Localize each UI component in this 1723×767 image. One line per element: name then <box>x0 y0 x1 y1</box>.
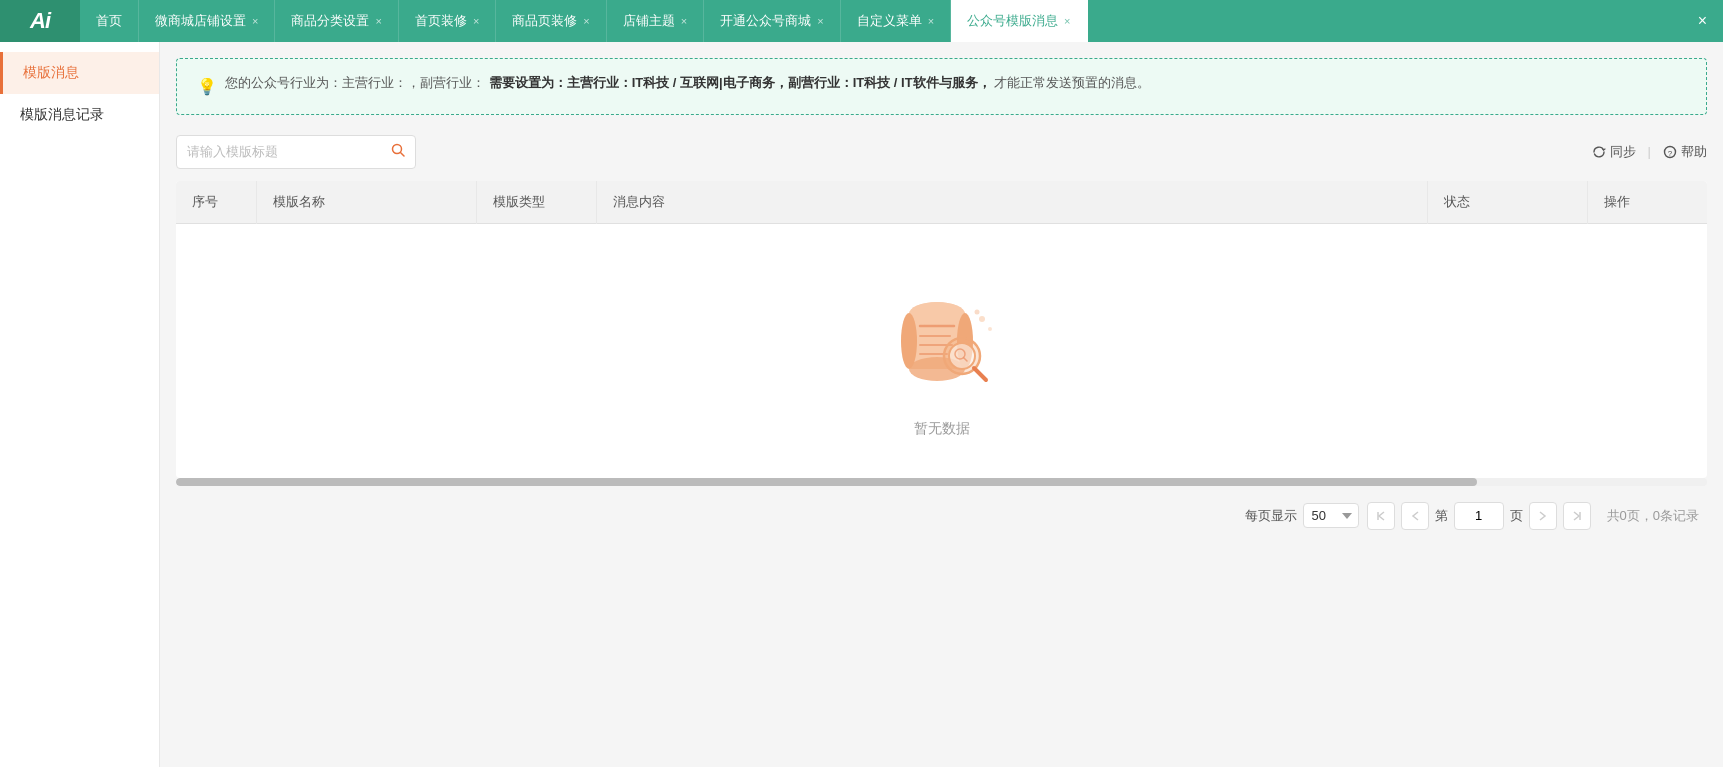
nav-item-custom-menu-label: 自定义菜单 <box>857 12 922 30</box>
nav-item-open-mall[interactable]: 开通公众号商城 × <box>704 0 840 42</box>
nav-item-home-decoration-close[interactable]: × <box>473 15 479 27</box>
search-input-wrap[interactable] <box>176 135 416 169</box>
sidebar: 模版消息 模版消息记录 <box>0 42 160 767</box>
col-seq: 序号 <box>176 181 256 224</box>
nav-item-custom-menu[interactable]: 自定义菜单 × <box>841 0 951 42</box>
nav-item-product-page-close[interactable]: × <box>583 15 589 27</box>
col-type: 模版类型 <box>476 181 596 224</box>
notice-prefix: 您的公众号行业为：主营行业：，副营行业： <box>225 75 485 90</box>
main-layout: 模版消息 模版消息记录 💡 您的公众号行业为：主营行业：，副营行业： 需要设置为… <box>0 42 1723 767</box>
sidebar-item-template-msg[interactable]: 模版消息 <box>0 52 159 94</box>
content-area: 💡 您的公众号行业为：主营行业：，副营行业： 需要设置为：主营行业：IT科技 /… <box>160 42 1723 767</box>
empty-text: 暂无数据 <box>176 420 1707 438</box>
nav-item-open-mall-label: 开通公众号商城 <box>720 12 811 30</box>
sync-button[interactable]: 同步 <box>1592 143 1636 161</box>
svg-point-15 <box>949 343 975 369</box>
page-navigation: 第 页 <box>1367 502 1591 530</box>
toolbar-right: 同步 | ? 帮助 <box>1592 143 1707 161</box>
page-label-post: 页 <box>1510 507 1523 525</box>
sidebar-item-template-msg-log[interactable]: 模版消息记录 <box>0 94 159 136</box>
sidebar-item-template-msg-log-label: 模版消息记录 <box>20 106 104 122</box>
empty-state: 暂无数据 <box>176 224 1707 478</box>
prev-page-button[interactable] <box>1401 502 1429 530</box>
nav-item-product-page-label: 商品页装修 <box>512 12 577 30</box>
pagination: 每页显示 50 10 20 100 第 页 <box>176 486 1707 546</box>
notice-box: 💡 您的公众号行业为：主营行业：，副营行业： 需要设置为：主营行业：IT科技 /… <box>176 58 1707 115</box>
svg-point-7 <box>909 302 965 326</box>
nav-item-product-category-close[interactable]: × <box>375 15 381 27</box>
per-page-select[interactable]: 50 10 20 100 <box>1303 503 1359 528</box>
global-close-button[interactable]: × <box>1682 0 1723 42</box>
next-page-button[interactable] <box>1529 502 1557 530</box>
col-action: 操作 <box>1587 181 1707 224</box>
nav-item-shop-theme[interactable]: 店铺主题 × <box>607 0 704 42</box>
nav-item-shop-theme-label: 店铺主题 <box>623 12 675 30</box>
sidebar-item-template-msg-label: 模版消息 <box>23 64 79 80</box>
empty-state-row: 暂无数据 <box>176 223 1707 478</box>
last-page-button[interactable] <box>1563 502 1591 530</box>
horizontal-scrollbar[interactable] <box>176 478 1707 486</box>
search-input[interactable] <box>187 144 385 159</box>
logo: Ai <box>0 0 80 42</box>
page-number-input[interactable] <box>1454 502 1504 530</box>
notice-suffix: 才能正常发送预置的消息。 <box>994 75 1150 90</box>
nav-item-shop-theme-close[interactable]: × <box>681 15 687 27</box>
page-size-select: 每页显示 50 10 20 100 <box>1245 503 1359 528</box>
notice-text: 您的公众号行业为：主营行业：，副营行业： 需要设置为：主营行业：IT科技 / 互… <box>225 73 1686 94</box>
scrollbar-thumb[interactable] <box>176 478 1477 486</box>
first-page-button[interactable] <box>1367 502 1395 530</box>
help-label: 帮助 <box>1681 143 1707 161</box>
nav-item-home-decoration-label: 首页装修 <box>415 12 467 30</box>
svg-line-16 <box>974 368 986 380</box>
svg-line-1 <box>401 153 405 157</box>
notice-highlight: 需要设置为：主营行业：IT科技 / 互联网|电子商务，副营行业：IT科技 / I… <box>489 75 991 90</box>
svg-text:?: ? <box>1668 149 1673 158</box>
nav-item-wechat-shop[interactable]: 微商城店铺设置 × <box>139 0 275 42</box>
data-table: 序号 模版名称 模版类型 消息内容 状态 操作 <box>176 181 1707 478</box>
nav-item-product-category-label: 商品分类设置 <box>291 12 369 30</box>
nav-item-wechat-shop-label: 微商城店铺设置 <box>155 12 246 30</box>
col-status: 状态 <box>1427 181 1587 224</box>
nav-item-custom-menu-close[interactable]: × <box>928 15 934 27</box>
help-button[interactable]: ? 帮助 <box>1663 143 1707 161</box>
svg-point-19 <box>979 316 985 322</box>
sync-label: 同步 <box>1610 143 1636 161</box>
nav-item-template-msg[interactable]: 公众号模版消息 × <box>951 0 1087 42</box>
col-name: 模版名称 <box>256 181 476 224</box>
total-info: 共0页，0条记录 <box>1607 507 1699 525</box>
svg-point-20 <box>988 327 992 331</box>
page-input-group: 第 页 <box>1435 502 1523 530</box>
nav-item-open-mall-close[interactable]: × <box>817 15 823 27</box>
nav-item-home[interactable]: 首页 <box>80 0 139 42</box>
nav-item-template-msg-label: 公众号模版消息 <box>967 12 1058 30</box>
nav-item-product-category[interactable]: 商品分类设置 × <box>275 0 398 42</box>
nav-item-home-label: 首页 <box>96 12 122 30</box>
empty-state-cell: 暂无数据 <box>176 223 1707 478</box>
nav-item-product-page[interactable]: 商品页装修 × <box>496 0 606 42</box>
notice-icon: 💡 <box>197 74 217 100</box>
toolbar-divider: | <box>1648 144 1651 159</box>
page-label-pre: 第 <box>1435 507 1448 525</box>
nav-item-template-msg-close[interactable]: × <box>1064 15 1070 27</box>
svg-point-21 <box>974 309 979 314</box>
per-page-label: 每页显示 <box>1245 507 1297 525</box>
search-bar: 同步 | ? 帮助 <box>176 135 1707 169</box>
col-content: 消息内容 <box>596 181 1427 224</box>
nav-item-home-decoration[interactable]: 首页装修 × <box>399 0 496 42</box>
table-header-row: 序号 模版名称 模版类型 消息内容 状态 操作 <box>176 181 1707 224</box>
nav-item-wechat-shop-close[interactable]: × <box>252 15 258 27</box>
search-button[interactable] <box>391 143 405 160</box>
empty-illustration <box>882 284 1002 404</box>
svg-point-8 <box>901 313 917 369</box>
top-navigation: Ai 首页 微商城店铺设置 × 商品分类设置 × 首页装修 × 商品页装修 × … <box>0 0 1723 42</box>
